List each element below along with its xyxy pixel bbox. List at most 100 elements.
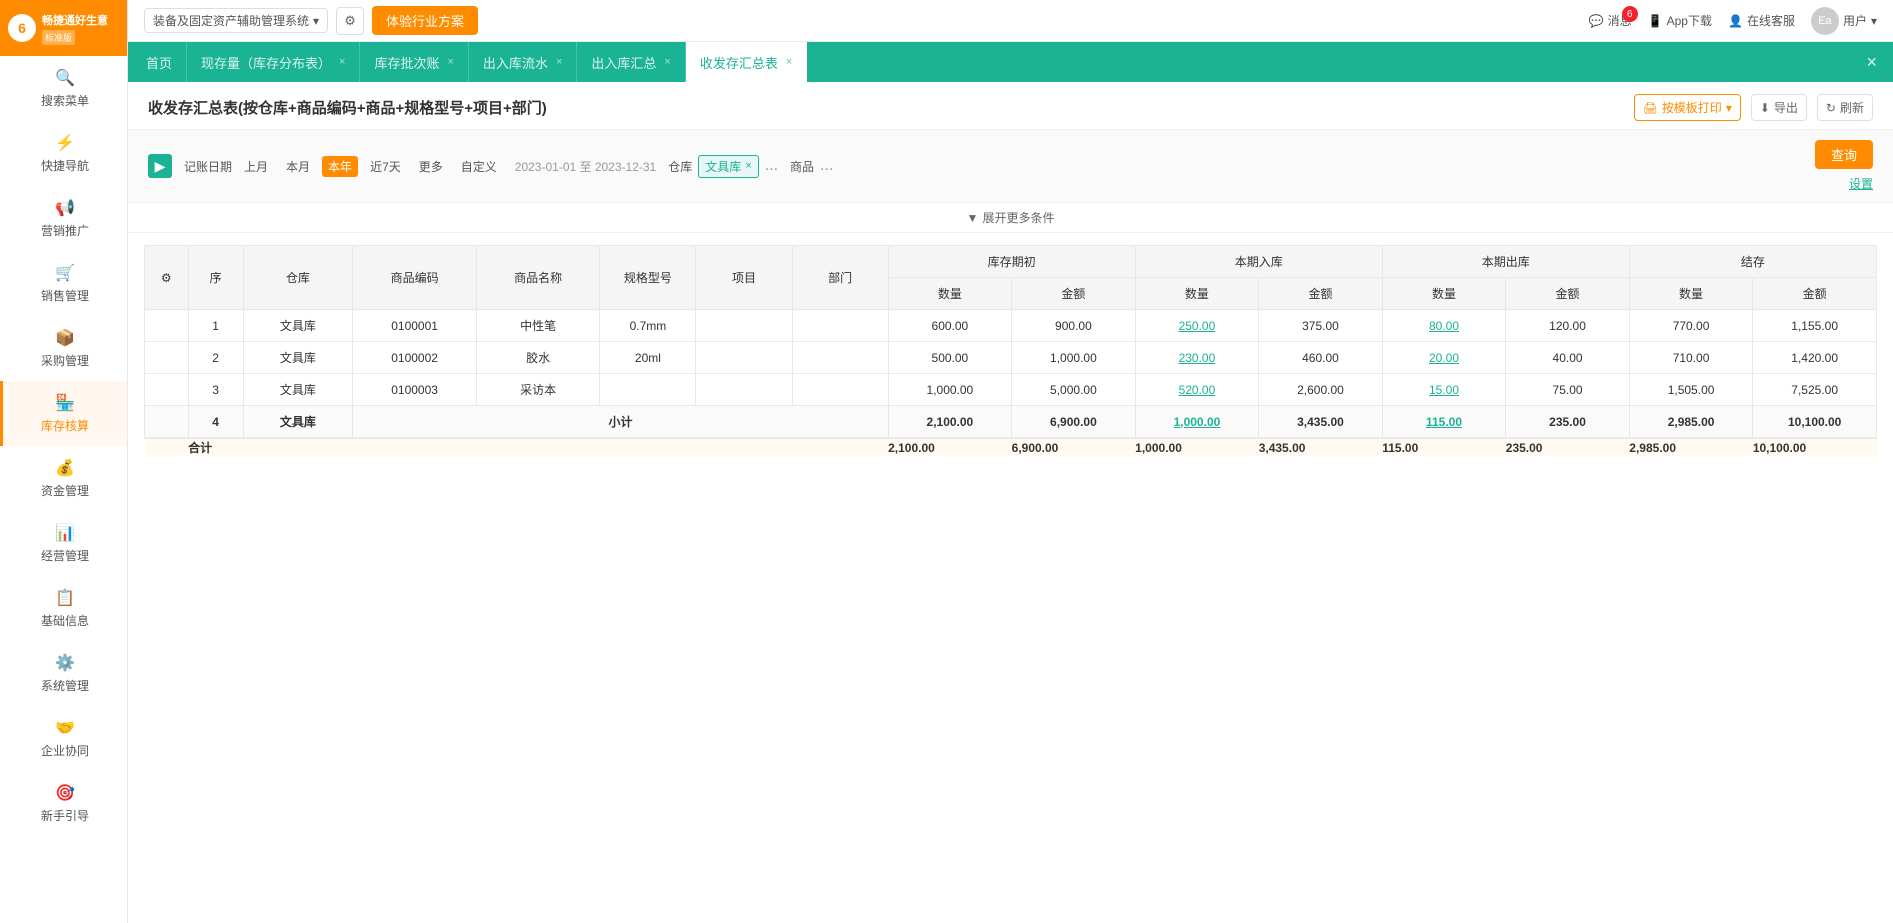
row-in-qty[interactable]: 520.00 bbox=[1135, 374, 1259, 406]
tab-home[interactable]: 首页 bbox=[132, 42, 187, 82]
row-settings bbox=[145, 342, 189, 374]
row-spec: 0.7mm bbox=[600, 310, 696, 342]
row-out-qty[interactable]: 80.00 bbox=[1382, 310, 1506, 342]
export-icon: ⬇ bbox=[1760, 101, 1770, 115]
system-selector[interactable]: 装备及固定资产辅助管理系统 ▾ bbox=[144, 8, 328, 33]
tabs-bar: 首页 现存量（库存分布表） × 库存批次账 × 出入库流水 × 出入库汇总 × … bbox=[128, 42, 1893, 82]
date-filter-label: 记账日期 bbox=[184, 158, 232, 175]
online-service-button[interactable]: 👤 在线客服 bbox=[1728, 12, 1795, 29]
tab-close-stock-dist[interactable]: × bbox=[339, 56, 345, 68]
user-avatar: Ea bbox=[1811, 7, 1839, 35]
row-in-amt: 2,600.00 bbox=[1259, 374, 1383, 406]
sidebar-item-inventory[interactable]: 🏪 库存核算 bbox=[0, 381, 127, 446]
footer-label: 合计 bbox=[188, 438, 888, 456]
expand-conditions-button[interactable]: ▼ 展开更多条件 bbox=[967, 209, 1055, 226]
sidebar-item-marketing[interactable]: 📢 营销推广 bbox=[0, 186, 127, 251]
page-title-bar: 收发存汇总表(按仓库+商品编码+商品+规格型号+项目+部门) 🖨 按模板打印 ▾… bbox=[128, 82, 1893, 130]
sidebar-item-collab[interactable]: 🤝 企业协同 bbox=[0, 706, 127, 771]
header-right: 💬 消息 6 📱 App下载 👤 在线客服 Ea 用户 ▾ bbox=[1589, 7, 1877, 35]
sidebar-item-quick[interactable]: ⚡ 快捷导航 bbox=[0, 121, 127, 186]
trial-button[interactable]: 体验行业方案 bbox=[372, 6, 478, 35]
table-row: 2 文具库 0100002 胶水 20ml 500.00 1,000.00 23… bbox=[145, 342, 1877, 374]
user-menu[interactable]: Ea 用户 ▾ bbox=[1811, 7, 1877, 35]
warehouse-more-button[interactable]: ... bbox=[765, 157, 778, 175]
table-settings-icon[interactable]: ⚙ bbox=[161, 271, 172, 285]
subtotal-out-amt: 235.00 bbox=[1506, 406, 1630, 439]
sidebar-item-label: 企业协同 bbox=[41, 742, 89, 759]
tab-close-recv-send[interactable]: × bbox=[786, 56, 792, 68]
sidebar-item-system[interactable]: ⚙️ 系统管理 bbox=[0, 641, 127, 706]
tab-in-out-summary[interactable]: 出入库汇总 × bbox=[577, 42, 685, 82]
row-out-qty[interactable]: 20.00 bbox=[1382, 342, 1506, 374]
date-btn-more[interactable]: 更多 bbox=[413, 156, 449, 177]
date-btn-7days[interactable]: 近7天 bbox=[364, 156, 407, 177]
footer-settings bbox=[145, 438, 189, 456]
tab-close-batch[interactable]: × bbox=[447, 56, 453, 68]
app-download-button[interactable]: 📱 App下载 bbox=[1648, 12, 1712, 29]
quick-icon: ⚡ bbox=[55, 133, 75, 153]
date-btn-this-month[interactable]: 本月 bbox=[280, 156, 316, 177]
subtotal-no: 4 bbox=[188, 406, 243, 439]
footer-bal-amt: 10,100.00 bbox=[1753, 438, 1877, 456]
export-button[interactable]: ⬇ 导出 bbox=[1751, 94, 1807, 121]
sidebar-item-guide[interactable]: 🎯 新手引导 bbox=[0, 771, 127, 836]
sidebar-item-business[interactable]: 📊 经营管理 bbox=[0, 511, 127, 576]
tab-in-out-flow[interactable]: 出入库流水 × bbox=[469, 42, 577, 82]
print-button[interactable]: 🖨 按模板打印 ▾ bbox=[1634, 94, 1741, 121]
gear-button[interactable]: ⚙ bbox=[336, 7, 364, 35]
sidebar-item-purchase[interactable]: 📦 采购管理 bbox=[0, 316, 127, 381]
table-settings-link[interactable]: 设置 bbox=[1849, 175, 1873, 192]
tab-recv-send[interactable]: 收发存汇总表 × bbox=[686, 42, 807, 82]
tab-close-flow[interactable]: × bbox=[556, 56, 562, 68]
logo-text: 畅捷通好生意 标准版 bbox=[42, 12, 108, 45]
print-icon: 🖨 bbox=[1643, 101, 1658, 115]
warehouse-tag: 文具库 × bbox=[698, 155, 758, 178]
sidebar-item-finance[interactable]: 💰 资金管理 bbox=[0, 446, 127, 511]
date-range-text: 2023-01-01 至 2023-12-31 bbox=[515, 158, 656, 175]
col-header-settings: ⚙ bbox=[145, 246, 189, 310]
subtotal-in-amt: 3,435.00 bbox=[1259, 406, 1383, 439]
date-btn-last-month[interactable]: 上月 bbox=[238, 156, 274, 177]
row-in-qty[interactable]: 250.00 bbox=[1135, 310, 1259, 342]
date-btn-custom[interactable]: 自定义 bbox=[455, 156, 503, 177]
footer-row: 合计 2,100.00 6,900.00 1,000.00 3,435.00 1… bbox=[145, 438, 1877, 456]
row-open-amt: 1,000.00 bbox=[1012, 342, 1136, 374]
sidebar-logo: 6 畅捷通好生意 标准版 bbox=[0, 0, 127, 56]
row-bal-qty: 710.00 bbox=[1629, 342, 1753, 374]
sidebar-item-search[interactable]: 🔍 搜索菜单 bbox=[0, 56, 127, 121]
sidebar-item-label: 经营管理 bbox=[41, 547, 89, 564]
row-settings bbox=[145, 310, 189, 342]
subtotal-out-qty[interactable]: 115.00 bbox=[1382, 406, 1506, 439]
message-button[interactable]: 💬 消息 6 bbox=[1589, 12, 1632, 29]
row-bal-qty: 1,505.00 bbox=[1629, 374, 1753, 406]
logo-icon: 6 bbox=[8, 14, 36, 42]
row-out-qty[interactable]: 15.00 bbox=[1382, 374, 1506, 406]
col-header-warehouse: 仓库 bbox=[243, 246, 353, 310]
warehouse-tag-text: 文具库 bbox=[705, 158, 741, 175]
sidebar-item-label: 营销推广 bbox=[41, 222, 89, 239]
close-all-tabs-button[interactable]: × bbox=[1854, 52, 1889, 73]
row-in-qty[interactable]: 230.00 bbox=[1135, 342, 1259, 374]
row-out-amt: 120.00 bbox=[1506, 310, 1630, 342]
tab-stock-dist[interactable]: 现存量（库存分布表） × bbox=[187, 42, 360, 82]
date-btn-this-year[interactable]: 本年 bbox=[322, 156, 358, 177]
message-badge: 6 bbox=[1622, 6, 1638, 22]
col-header-in: 本期入库 bbox=[1135, 246, 1382, 278]
goods-more-button[interactable]: ... bbox=[820, 157, 833, 175]
footer-in-amt: 3,435.00 bbox=[1259, 438, 1383, 456]
sidebar-item-sales[interactable]: 🛒 销售管理 bbox=[0, 251, 127, 316]
warehouse-tag-close[interactable]: × bbox=[745, 160, 751, 172]
row-bal-qty: 770.00 bbox=[1629, 310, 1753, 342]
subtotal-in-qty[interactable]: 1,000.00 bbox=[1135, 406, 1259, 439]
tab-batch[interactable]: 库存批次账 × bbox=[360, 42, 468, 82]
row-warehouse: 文具库 bbox=[243, 310, 353, 342]
business-icon: 📊 bbox=[55, 523, 75, 543]
col-header-dept: 部门 bbox=[792, 246, 888, 310]
sidebar-item-basic[interactable]: 📋 基础信息 bbox=[0, 576, 127, 641]
filter-expand-arrow[interactable]: ▶ bbox=[148, 154, 172, 178]
refresh-button[interactable]: ↻ 刷新 bbox=[1817, 94, 1873, 121]
col-header-open-amt: 金额 bbox=[1012, 278, 1136, 310]
query-button[interactable]: 查询 bbox=[1815, 140, 1873, 169]
row-warehouse: 文具库 bbox=[243, 342, 353, 374]
tab-close-summary[interactable]: × bbox=[664, 56, 670, 68]
